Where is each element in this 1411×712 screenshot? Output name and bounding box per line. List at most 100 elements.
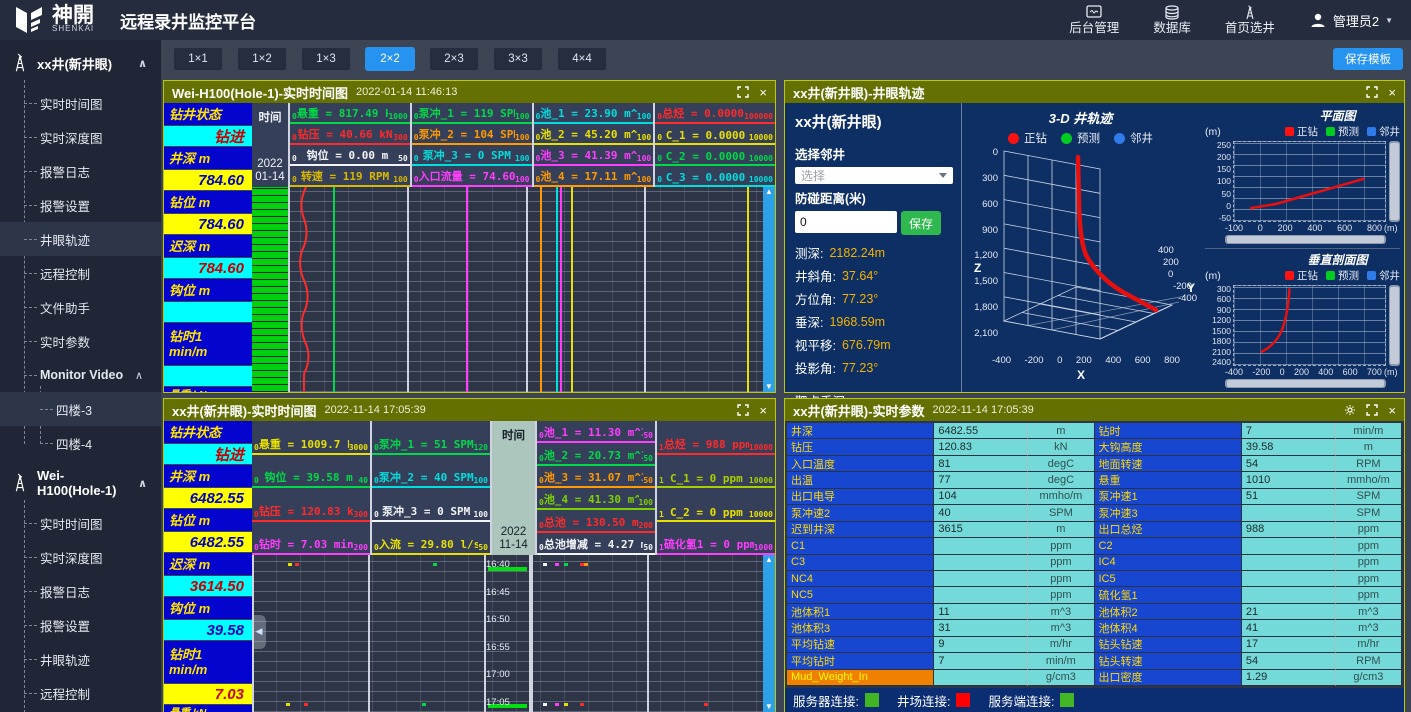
sidebar-item-label: 实时时间图 — [40, 94, 161, 113]
curve-label: 悬重 = 1009.7 kN — [259, 436, 349, 452]
table-row: NC5ppm硫化氢1ppm — [787, 587, 1402, 603]
scale-max: 50 — [398, 154, 408, 163]
curve-header: 0泵冲_2 = 104 SPM100 — [412, 124, 532, 145]
grid-layout-button[interactable]: 2×3 — [429, 47, 479, 71]
grid-layout-button[interactable]: 1×2 — [237, 47, 287, 71]
curve-label: C_1 = 0 ppm — [670, 472, 743, 485]
table-row-half: 池体积111m^3 — [787, 604, 1095, 620]
sidebar-item[interactable]: 井眼轨迹 — [0, 222, 161, 256]
curve-label: 池_1 = 11.30 m^3 — [544, 424, 644, 440]
scale-min: 0 — [292, 154, 297, 163]
horizontal-scrollbar[interactable] — [1225, 235, 1386, 244]
curve-label: C_3 = 0.0000 — [666, 171, 745, 184]
sidebar-item[interactable]: 实时时间图 — [0, 86, 161, 120]
param-value-cell: 51 — [1242, 489, 1336, 505]
scale-max: 300 — [393, 133, 407, 142]
table-row-half: 大钩高度39.58m — [1095, 439, 1403, 455]
grid-layout-button[interactable]: 1×3 — [301, 47, 351, 71]
sidebar-item[interactable]: 实时时间图 — [0, 506, 161, 540]
wob-curve — [292, 187, 318, 392]
param-name-cell: 出口密度 — [1095, 670, 1242, 686]
sidebar-item[interactable]: 文件助手 — [0, 290, 161, 324]
pit4-curve — [571, 187, 573, 392]
caret-up-icon[interactable]: ∧ — [138, 57, 147, 70]
chart-scrollbar[interactable]: ▲ ▼ — [763, 187, 775, 392]
grid-layout-button[interactable]: 3×3 — [493, 47, 543, 71]
x-tick: 600 — [1135, 355, 1151, 366]
menu-backend-admin[interactable]: 后台管理 — [1069, 5, 1119, 35]
close-icon[interactable]: × — [1388, 404, 1396, 417]
chart-scrollbar[interactable]: ▲ ▼ — [763, 555, 775, 712]
offset-well-select[interactable]: 选择 — [795, 167, 953, 184]
param-value-cell — [934, 571, 1028, 587]
sidebar-item[interactable]: 报警日志 — [0, 574, 161, 608]
param-name-cell: 悬重 — [1095, 472, 1242, 488]
anticollision-distance-input[interactable] — [795, 211, 897, 233]
scroll-up-icon[interactable]: ▲ — [763, 555, 775, 565]
user-menu[interactable]: 管理员2 ▼ — [1309, 11, 1393, 30]
save-template-button[interactable]: 保存模板 — [1333, 48, 1403, 70]
scale-max: 100 — [637, 175, 651, 184]
table-row-half: Mud_Weight_Ing/cm3 — [787, 670, 1095, 686]
time-tick-labels: 16:4016:4516:5016:5517:0017:05 — [486, 559, 527, 708]
expand-icon[interactable] — [1366, 86, 1378, 98]
gear-icon[interactable] — [1344, 404, 1356, 416]
scale-max: 100 — [515, 154, 529, 163]
horizontal-scrollbar[interactable] — [1225, 379, 1386, 388]
y-tick: 2100 — [1212, 348, 1231, 356]
expand-icon[interactable] — [1366, 404, 1378, 416]
scroll-up-icon[interactable]: ▲ — [763, 187, 775, 197]
grid-layout-button[interactable]: 4×4 — [557, 47, 607, 71]
close-icon[interactable]: × — [759, 404, 767, 417]
save-button[interactable]: 保存 — [901, 211, 941, 235]
curve-label: 池_2 = 45.20 m^3 — [540, 126, 636, 142]
sidebar-item[interactable]: 井眼轨迹 — [0, 642, 161, 676]
table-row-half: 钻头转速54RPM — [1095, 653, 1403, 669]
panel-title: Wei-H100(Hole-1)-实时时间图 — [172, 83, 348, 102]
menu-well-select[interactable]: 首页选井 — [1225, 5, 1275, 35]
caret-up-icon[interactable]: ∧ — [135, 369, 143, 382]
vertical-scrollbar[interactable] — [1389, 141, 1400, 222]
sidebar-item[interactable]: 实时深度图 — [0, 540, 161, 574]
scroll-down-icon[interactable]: ▼ — [763, 702, 775, 712]
sidebar-item[interactable]: 远程控制 — [0, 676, 161, 710]
curve-header: 1硫化氢1 = 0 ppm1000 — [657, 522, 775, 556]
stat-label: 投影角: — [795, 358, 836, 377]
param-value-cell: 31 — [934, 620, 1028, 636]
trajectory-stat: 视平移:676.79m — [795, 333, 953, 356]
sidebar-item[interactable]: 四楼-4 — [0, 426, 161, 460]
sidebar-item[interactable]: 实时参数 — [0, 324, 161, 358]
close-icon[interactable]: × — [759, 86, 767, 99]
menu-database[interactable]: 数据库 — [1153, 5, 1191, 35]
plan-plot-area — [1233, 141, 1386, 222]
sidebar-item[interactable]: 报警设置 — [0, 188, 161, 222]
sidebar-item[interactable]: Monitor Video∧ — [0, 358, 161, 392]
param-value-cell: 11 — [934, 604, 1028, 620]
scale-max: 100000 — [744, 112, 773, 121]
grid-layout-button[interactable]: 2×2 — [365, 47, 415, 71]
expand-icon[interactable] — [737, 86, 749, 98]
close-icon[interactable]: × — [1388, 86, 1396, 99]
x-tick: -200 — [1252, 367, 1270, 377]
vertical-scrollbar[interactable] — [1389, 285, 1400, 366]
param-value: 784.60 — [164, 214, 252, 234]
sidebar-item[interactable]: 报警设置 — [0, 608, 161, 642]
caret-up-icon[interactable]: ∧ — [138, 477, 147, 490]
collapse-handle[interactable]: ◀ — [252, 615, 266, 649]
sidebar-item[interactable]: 四楼-3 — [0, 392, 161, 426]
scroll-down-icon[interactable]: ▼ — [763, 382, 775, 392]
sidebar-item[interactable]: 实时深度图 — [0, 120, 161, 154]
grid-layout-button[interactable]: 1×1 — [173, 47, 223, 71]
curve-label: 池_2 = 20.73 m^3 — [544, 447, 644, 463]
curve-mark — [422, 703, 426, 706]
param-value-cell: 9 — [934, 637, 1028, 653]
scale-max: 1000 — [388, 112, 407, 121]
sidebar-item[interactable]: 报警日志 — [0, 154, 161, 188]
legend-swatch — [1008, 133, 1019, 144]
sidebar-item-label: 井眼轨迹 — [40, 230, 161, 249]
legend-item: 预测 — [1326, 124, 1359, 139]
param-value-cell: 988 — [1242, 522, 1336, 538]
legend-label: 邻井 — [1379, 124, 1400, 139]
sidebar-item[interactable]: 远程控制 — [0, 256, 161, 290]
expand-icon[interactable] — [737, 404, 749, 416]
